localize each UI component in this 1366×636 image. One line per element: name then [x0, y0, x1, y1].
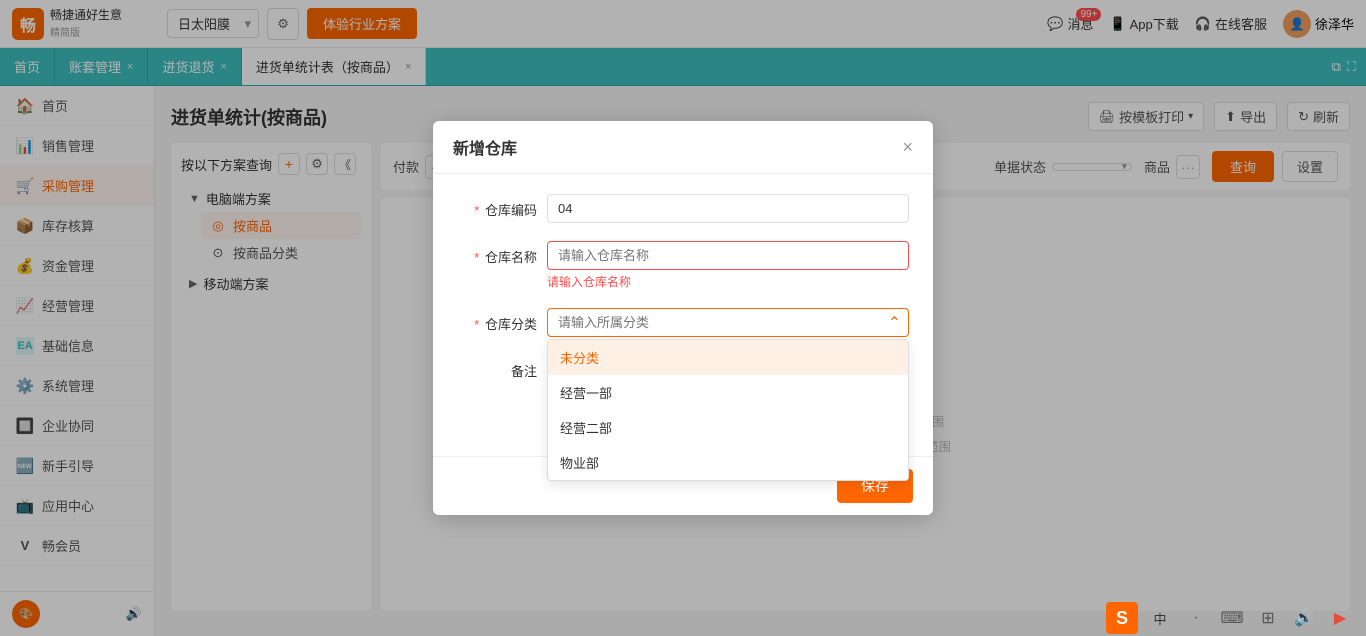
s-chinese-icon[interactable]: 中 — [1146, 604, 1174, 632]
warehouse-name-input[interactable] — [547, 241, 909, 270]
add-warehouse-dialog: 新增仓库 × * 仓库编码 * 仓库名称 — [433, 121, 933, 515]
s-logo-icon[interactable]: S — [1106, 602, 1138, 634]
notes-label: 备注 — [457, 355, 537, 380]
warehouse-name-label: * 仓库名称 — [457, 241, 537, 266]
s-keyboard-icon[interactable]: ⌨ — [1218, 604, 1246, 632]
warehouse-category-wrap: ⌃ 未分类 经营一部 经营二部 物业部 — [547, 308, 909, 337]
dropdown-item-dept1[interactable]: 经营一部 — [548, 375, 908, 410]
required-star-name: * — [474, 250, 479, 265]
dropdown-item-dept2[interactable]: 经营二部 — [548, 410, 908, 445]
required-star-code: * — [474, 203, 479, 218]
dialog-title: 新增仓库 — [453, 135, 517, 159]
warehouse-code-label: * 仓库编码 — [457, 194, 537, 219]
warehouse-name-row: * 仓库名称 请输入仓库名称 — [457, 241, 909, 290]
s-actions: 中 · ⌨ ⊞ 🔊 ▶ — [1146, 604, 1354, 632]
s-flag-icon[interactable]: ▶ — [1326, 604, 1354, 632]
s-dot-icon[interactable]: · — [1182, 604, 1210, 632]
dropdown-item-unclassified[interactable]: 未分类 — [548, 340, 908, 375]
s-speaker-icon[interactable]: 🔊 — [1290, 604, 1318, 632]
dropdown-item-property[interactable]: 物业部 — [548, 445, 908, 480]
dialog-close-btn[interactable]: × — [902, 137, 913, 158]
warehouse-name-wrap: 请输入仓库名称 — [547, 241, 909, 290]
warehouse-code-input[interactable] — [547, 194, 909, 223]
s-logo-bar: S 中 · ⌨ ⊞ 🔊 ▶ — [1094, 600, 1366, 636]
warehouse-category-label: * 仓库分类 — [457, 308, 537, 333]
required-star-cat: * — [474, 317, 479, 332]
warehouse-code-wrap — [547, 194, 909, 223]
dialog-body: * 仓库编码 * 仓库名称 请输入仓库名称 — [433, 174, 933, 456]
category-dropdown: 未分类 经营一部 经营二部 物业部 — [547, 339, 909, 481]
warehouse-category-row: * 仓库分类 ⌃ 未分类 经营一部 经营二部 物业部 — [457, 308, 909, 337]
warehouse-code-row: * 仓库编码 — [457, 194, 909, 223]
warehouse-category-input[interactable] — [547, 308, 909, 337]
s-grid-icon[interactable]: ⊞ — [1254, 604, 1282, 632]
modal-overlay[interactable]: 新增仓库 × * 仓库编码 * 仓库名称 — [0, 0, 1366, 636]
dialog-header: 新增仓库 × — [433, 121, 933, 174]
warehouse-name-error: 请输入仓库名称 — [547, 273, 909, 290]
